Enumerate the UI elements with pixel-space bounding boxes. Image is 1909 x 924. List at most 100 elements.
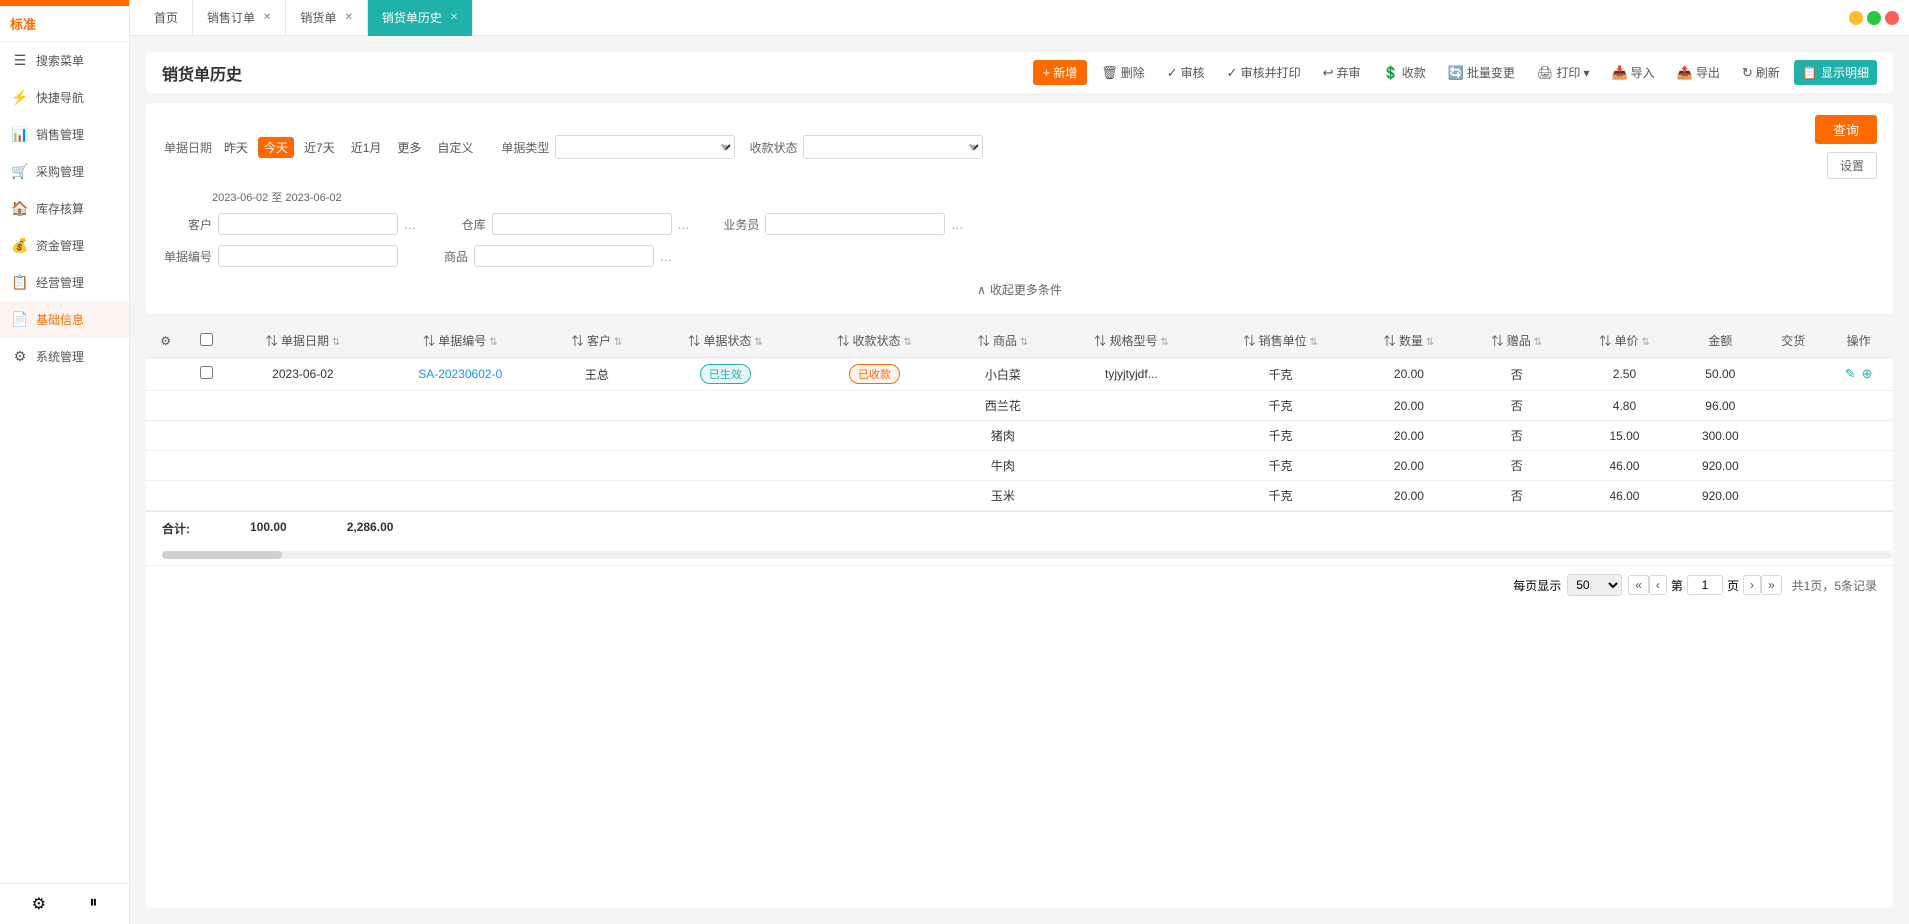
copy-icon[interactable]: ⊕ [1862,366,1873,382]
cell-goods: 牛肉 [949,451,1057,481]
sidebar-item-purchase-mgmt[interactable]: 🛒 采购管理 [0,153,129,190]
page-number-input[interactable] [1687,575,1723,595]
cell-settings [146,451,185,481]
col-goods[interactable]: ⇅ 商品 [949,324,1057,358]
refresh-button[interactable]: ↻ 刷新 [1734,60,1788,85]
filter-row-2: 客户 ... 仓库 ... 业务员 ... [162,213,1877,235]
search-menu-icon: ☰ [12,53,28,69]
last-page-button[interactable]: » [1761,575,1782,595]
salesman-input[interactable] [765,213,945,235]
tab-sales-order-close[interactable]: ✕ [263,12,271,23]
col-settings[interactable]: ⚙ [146,324,185,358]
collect-button[interactable]: 💲 收款 [1375,60,1434,85]
horizontal-scrollbar[interactable] [146,545,1893,565]
date-btn-1month[interactable]: 近1月 [345,137,388,158]
audit-print-button[interactable]: ✓ 审核并打印 [1219,60,1309,85]
sidebar-item-quick-nav[interactable]: ⚡ 快捷导航 [0,79,129,116]
ops-mgmt-icon: 📋 [12,275,28,291]
sidebar-collapse-icon[interactable]: ⏸ [89,894,97,914]
col-spec[interactable]: ⇅ 规格型号 [1057,324,1206,358]
sidebar-item-base-info[interactable]: 📄 基础信息 [0,301,129,338]
abandon-button[interactable]: ↩ 弃审 [1315,60,1369,85]
customer-input[interactable] [218,213,398,235]
col-doc-no[interactable]: ⇅ 单据编号 [377,324,543,358]
collect-status-select[interactable] [803,135,983,159]
col-doc-date[interactable]: ⇅ 单据日期 [228,324,377,358]
sidebar-item-sales-mgmt[interactable]: 📊 销售管理 [0,116,129,153]
doc-no-input[interactable] [218,245,398,267]
date-btn-yesterday[interactable]: 昨天 [218,137,254,158]
cell-action: ✎ ⊕ [1824,358,1893,391]
sum-label: 合计: [162,520,190,537]
doc-no-link[interactable]: SA-20230602-0 [418,367,502,381]
col-qty[interactable]: ⇅ 数量 [1355,324,1463,358]
batch-change-button[interactable]: 🔄 批量变更 [1440,60,1523,85]
goods-dots[interactable]: ... [660,248,672,264]
tab-sales-history-close[interactable]: ✕ [450,12,458,23]
import-button[interactable]: 📥 导入 [1603,60,1662,85]
sidebar-item-sys-mgmt[interactable]: ⚙ 系统管理 [0,338,129,375]
date-btn-7days[interactable]: 近7天 [298,137,341,158]
tab-sales-delivery-label: 销货单 [300,9,336,26]
prev-page-button[interactable]: ‹ [1649,575,1667,595]
col-customer[interactable]: ⇅ 客户 [543,324,651,358]
date-filter-btns: 昨天 今天 近7天 近1月 更多 自定义 [218,137,479,158]
col-gift[interactable]: ⇅ 赠品 [1463,324,1571,358]
customer-dots[interactable]: ... [404,216,416,232]
goods-input[interactable] [474,245,654,267]
date-btn-custom[interactable]: 自定义 [431,137,479,158]
col-collect-status[interactable]: ⇅ 收款状态 [800,324,949,358]
print-button[interactable]: 🖨 打印 ▾ [1529,60,1598,85]
query-button[interactable]: 查询 [1815,115,1877,144]
win-maximize-btn[interactable] [1867,11,1881,25]
delete-button[interactable]: 🗑 删除 [1093,60,1153,85]
set-button[interactable]: 设置 [1827,152,1877,179]
cell-qty: 20.00 [1355,451,1463,481]
tab-home[interactable]: 首页 [140,0,193,36]
batch-change-label: 批量变更 [1467,64,1515,81]
new-button[interactable]: + 新增 [1033,60,1088,85]
sidebar-item-inventory-calc[interactable]: 🏠 库存核算 [0,190,129,227]
warehouse-input[interactable] [492,213,672,235]
col-unit[interactable]: ⇅ 销售单位 [1206,324,1355,358]
filter-row-1: 单据日期 昨天 今天 近7天 近1月 更多 自定义 单据类型 ▾ [162,115,1877,179]
cell-customer: 王总 [543,358,651,391]
next-page-button[interactable]: › [1743,575,1761,595]
col-price[interactable]: ⇅ 单价 [1571,324,1679,358]
edit-icon[interactable]: ✎ [1845,366,1856,382]
date-btn-more[interactable]: 更多 [391,137,427,158]
salesman-dots[interactable]: ... [951,216,963,232]
scrollbar-thumb[interactable] [162,551,282,559]
warehouse-dots[interactable]: ... [678,216,690,232]
sidebar-settings-icon[interactable]: ⚙ [32,894,46,914]
per-page-select[interactable]: 50 100 [1567,574,1622,596]
audit-button[interactable]: ✓ 审核 [1159,60,1213,85]
first-page-button[interactable]: « [1628,575,1649,595]
cell-amount: 300.00 [1678,421,1762,451]
cell-customer [543,451,651,481]
export-button[interactable]: 📤 导出 [1669,60,1728,85]
tab-sales-history[interactable]: 销货单历史 ✕ [368,0,473,36]
win-minimize-btn[interactable] [1849,11,1863,25]
tab-sales-delivery-close[interactable]: ✕ [344,12,352,23]
win-close-btn[interactable] [1885,11,1899,25]
tab-sales-delivery[interactable]: 销货单 ✕ [286,0,367,36]
select-all-checkbox[interactable] [200,333,213,346]
sidebar-item-finance-mgmt[interactable]: 💰 资金管理 [0,227,129,264]
abandon-icon: ↩ [1323,65,1334,81]
cell-checkbox [185,391,228,421]
sidebar-item-search-menu[interactable]: ☰ 搜索菜单 [0,42,129,79]
tab-sales-order[interactable]: 销售订单 ✕ [193,0,286,36]
doc-type-select[interactable] [555,135,735,159]
row-checkbox[interactable] [200,366,213,379]
date-btn-today[interactable]: 今天 [258,137,294,158]
cell-doc-date: 2023-06-02 [228,358,377,391]
sidebar-item-ops-mgmt[interactable]: 📋 经营管理 [0,264,129,301]
sum-qty: 100.00 [250,520,287,537]
collapse-button[interactable]: ∧ 收起更多条件 [162,277,1877,302]
col-doc-status[interactable]: ⇅ 单据状态 [651,324,800,358]
cell-doc-no [377,451,543,481]
show-detail-icon: 📋 [1802,65,1818,81]
main-area: 首页 销售订单 ✕ 销货单 ✕ 销货单历史 ✕ 销货单历史 + [130,0,1909,924]
show-detail-button[interactable]: 📋 显示明细 [1794,60,1877,85]
